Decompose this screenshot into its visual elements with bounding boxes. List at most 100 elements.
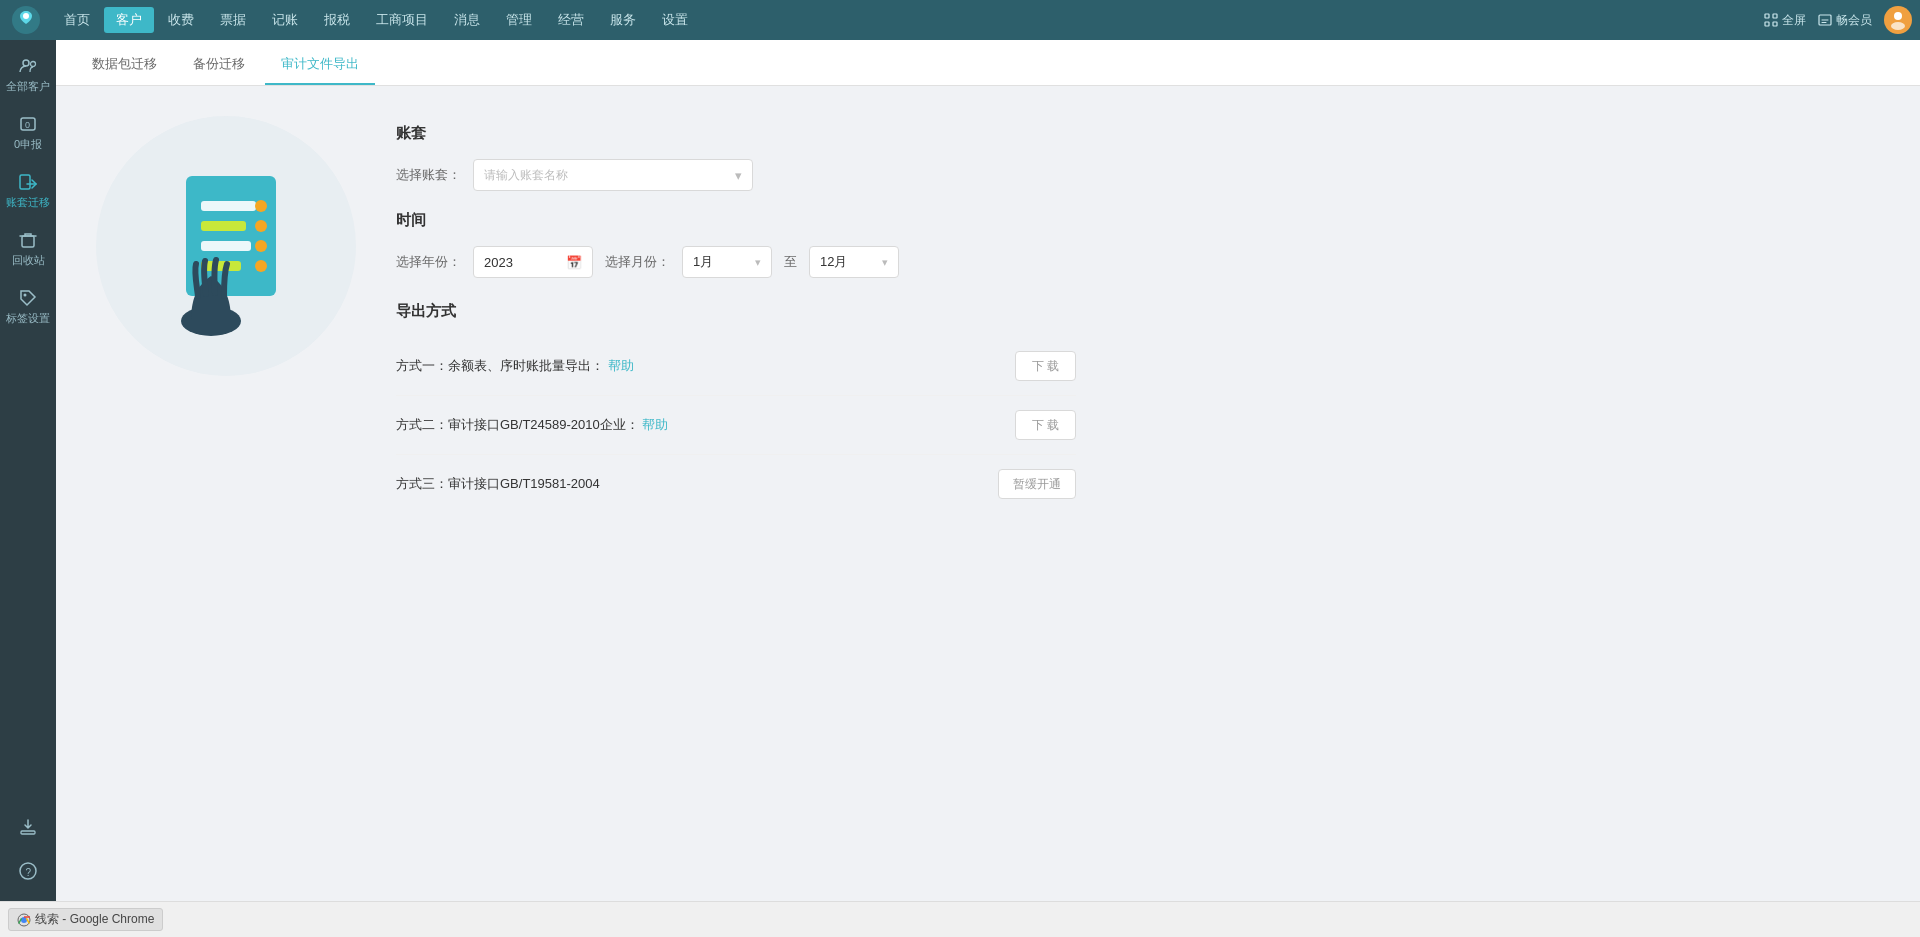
export-method-2-desc: 方式二：审计接口GB/T24589-2010企业： 帮助 bbox=[396, 416, 1003, 434]
nav-message[interactable]: 消息 bbox=[442, 7, 492, 33]
main-layout: 全部客户 0 0申报 账套迁移 回收站 标签设置 ? bbox=[0, 40, 1920, 901]
svg-rect-2 bbox=[1765, 14, 1769, 18]
svg-point-9 bbox=[23, 60, 29, 66]
svg-rect-5 bbox=[1773, 22, 1777, 26]
svg-rect-14 bbox=[22, 236, 34, 247]
sidebar-item-tag-settings[interactable]: 标签设置 bbox=[2, 280, 54, 334]
export-section-title: 导出方式 bbox=[396, 302, 1076, 321]
export-method-3-coming-button[interactable]: 暂缓开通 bbox=[998, 469, 1076, 499]
month-start-select[interactable]: 1月 ▾ bbox=[682, 246, 772, 278]
sidebar-item-all-customers[interactable]: 全部客户 bbox=[2, 48, 54, 102]
app-logo[interactable] bbox=[8, 2, 44, 38]
nav-manage[interactable]: 管理 bbox=[494, 7, 544, 33]
svg-rect-16 bbox=[21, 831, 35, 834]
illustration-circle bbox=[96, 116, 356, 376]
svg-point-25 bbox=[255, 220, 267, 232]
account-section-title: 账套 bbox=[396, 124, 1076, 143]
svg-point-30 bbox=[21, 917, 27, 923]
month-end-chevron-icon: ▾ bbox=[882, 256, 888, 269]
export-method-3: 方式三：审计接口GB/T19581-2004 暂缓开通 bbox=[396, 455, 1076, 513]
sidebar-item-migrate[interactable]: 账套迁移 bbox=[2, 164, 54, 218]
svg-rect-20 bbox=[201, 201, 256, 211]
svg-rect-3 bbox=[1773, 14, 1777, 18]
sidebar-label-tag-settings: 标签设置 bbox=[6, 311, 50, 326]
nav-settings[interactable]: 设置 bbox=[650, 7, 700, 33]
export-method-2-help[interactable]: 帮助 bbox=[642, 417, 668, 432]
export-method-2: 方式二：审计接口GB/T24589-2010企业： 帮助 下 载 bbox=[396, 396, 1076, 455]
export-section: 导出方式 方式一：余额表、序时账批量导出： 帮助 下 载 方式二：审计接口GB/… bbox=[396, 302, 1076, 513]
member-label: 畅会员 bbox=[1836, 12, 1872, 29]
tab-backup-migrate[interactable]: 备份迁移 bbox=[177, 45, 261, 85]
month-end-value: 12月 bbox=[820, 253, 847, 271]
sidebar-item-help[interactable]: ? bbox=[2, 853, 54, 889]
sidebar-bottom: ? bbox=[2, 809, 54, 901]
member-button[interactable]: 畅会员 bbox=[1818, 12, 1872, 29]
svg-rect-22 bbox=[201, 241, 251, 251]
export-method-1-download-button[interactable]: 下 载 bbox=[1015, 351, 1076, 381]
export-method-1: 方式一：余额表、序时账批量导出： 帮助 下 载 bbox=[396, 337, 1076, 396]
sidebar-label-recycle: 回收站 bbox=[12, 253, 45, 268]
left-sidebar: 全部客户 0 0申报 账套迁移 回收站 标签设置 ? bbox=[0, 40, 56, 901]
export-method-1-help[interactable]: 帮助 bbox=[608, 358, 634, 373]
svg-point-27 bbox=[255, 260, 267, 272]
nav-service[interactable]: 服务 bbox=[598, 7, 648, 33]
nav-invoice[interactable]: 票据 bbox=[208, 7, 258, 33]
month-start-value: 1月 bbox=[693, 253, 713, 271]
svg-point-24 bbox=[255, 200, 267, 212]
account-placeholder: 请输入账套名称 bbox=[484, 167, 568, 184]
form-area: 账套 选择账套： 请输入账套名称 ▾ 时间 选择年份： 2023 📅 bbox=[396, 116, 1076, 513]
account-row: 选择账套： 请输入账套名称 ▾ bbox=[396, 159, 1076, 191]
nav-bookkeeping[interactable]: 记账 bbox=[260, 7, 310, 33]
sidebar-item-zero-declare[interactable]: 0 0申报 bbox=[2, 106, 54, 160]
svg-point-1 bbox=[23, 13, 29, 19]
sidebar-label-migrate: 账套迁移 bbox=[6, 195, 50, 210]
sidebar-item-download[interactable] bbox=[2, 809, 54, 845]
time-section-title: 时间 bbox=[396, 211, 1076, 230]
nav-right: 全屏 畅会员 bbox=[1764, 6, 1912, 34]
month-start-chevron-icon: ▾ bbox=[755, 256, 761, 269]
month-label: 选择月份： bbox=[605, 253, 670, 271]
nav-home[interactable]: 首页 bbox=[52, 7, 102, 33]
taskbar-chrome-item[interactable]: 线索 - Google Chrome bbox=[8, 908, 163, 931]
year-input[interactable]: 2023 📅 bbox=[473, 246, 593, 278]
tab-data-migrate[interactable]: 数据包迁移 bbox=[76, 45, 173, 85]
year-label: 选择年份： bbox=[396, 253, 461, 271]
account-selector[interactable]: 请输入账套名称 ▾ bbox=[473, 159, 753, 191]
fullscreen-button[interactable]: 全屏 bbox=[1764, 12, 1806, 29]
export-method-1-desc: 方式一：余额表、序时账批量导出： 帮助 bbox=[396, 357, 1003, 375]
svg-text:?: ? bbox=[26, 867, 32, 878]
nav-operation[interactable]: 经营 bbox=[546, 7, 596, 33]
tab-audit-export[interactable]: 审计文件导出 bbox=[265, 45, 375, 85]
sidebar-item-recycle[interactable]: 回收站 bbox=[2, 222, 54, 276]
svg-point-8 bbox=[1891, 22, 1905, 30]
nav-bizproject[interactable]: 工商项目 bbox=[364, 7, 440, 33]
export-method-3-desc: 方式三：审计接口GB/T19581-2004 bbox=[396, 475, 986, 493]
svg-point-15 bbox=[24, 294, 27, 297]
svg-point-26 bbox=[255, 240, 267, 252]
month-end-select[interactable]: 12月 ▾ bbox=[809, 246, 899, 278]
nav-items: 首页 客户 收费 票据 记账 报税 工商项目 消息 管理 经营 服务 设置 bbox=[52, 7, 1764, 33]
calendar-icon: 📅 bbox=[566, 255, 582, 270]
export-method-2-download-button[interactable]: 下 载 bbox=[1015, 410, 1076, 440]
nav-tax[interactable]: 报税 bbox=[312, 7, 362, 33]
account-label: 选择账套： bbox=[396, 166, 461, 184]
svg-rect-13 bbox=[20, 175, 30, 189]
svg-point-7 bbox=[1894, 12, 1902, 20]
content-area: 数据包迁移 备份迁移 审计文件导出 bbox=[56, 40, 1920, 901]
taskbar-chrome-label: 线索 - Google Chrome bbox=[35, 911, 154, 928]
svg-rect-19 bbox=[186, 176, 276, 296]
nav-customer[interactable]: 客户 bbox=[104, 7, 154, 33]
illustration-area bbox=[96, 116, 356, 376]
account-chevron-icon: ▾ bbox=[735, 168, 742, 183]
svg-rect-21 bbox=[201, 221, 246, 231]
sidebar-label-zero-declare: 0申报 bbox=[14, 137, 42, 152]
to-separator: 至 bbox=[784, 253, 797, 271]
avatar[interactable] bbox=[1884, 6, 1912, 34]
taskbar: 线索 - Google Chrome bbox=[0, 901, 1920, 937]
nav-fee[interactable]: 收费 bbox=[156, 7, 206, 33]
top-nav: 首页 客户 收费 票据 记账 报税 工商项目 消息 管理 经营 服务 设置 全屏… bbox=[0, 0, 1920, 40]
page-content: 账套 选择账套： 请输入账套名称 ▾ 时间 选择年份： 2023 📅 bbox=[56, 86, 1920, 901]
year-value: 2023 bbox=[484, 255, 513, 270]
svg-rect-4 bbox=[1765, 22, 1769, 26]
time-row: 选择年份： 2023 📅 选择月份： 1月 ▾ 至 12月 ▾ bbox=[396, 246, 1076, 278]
